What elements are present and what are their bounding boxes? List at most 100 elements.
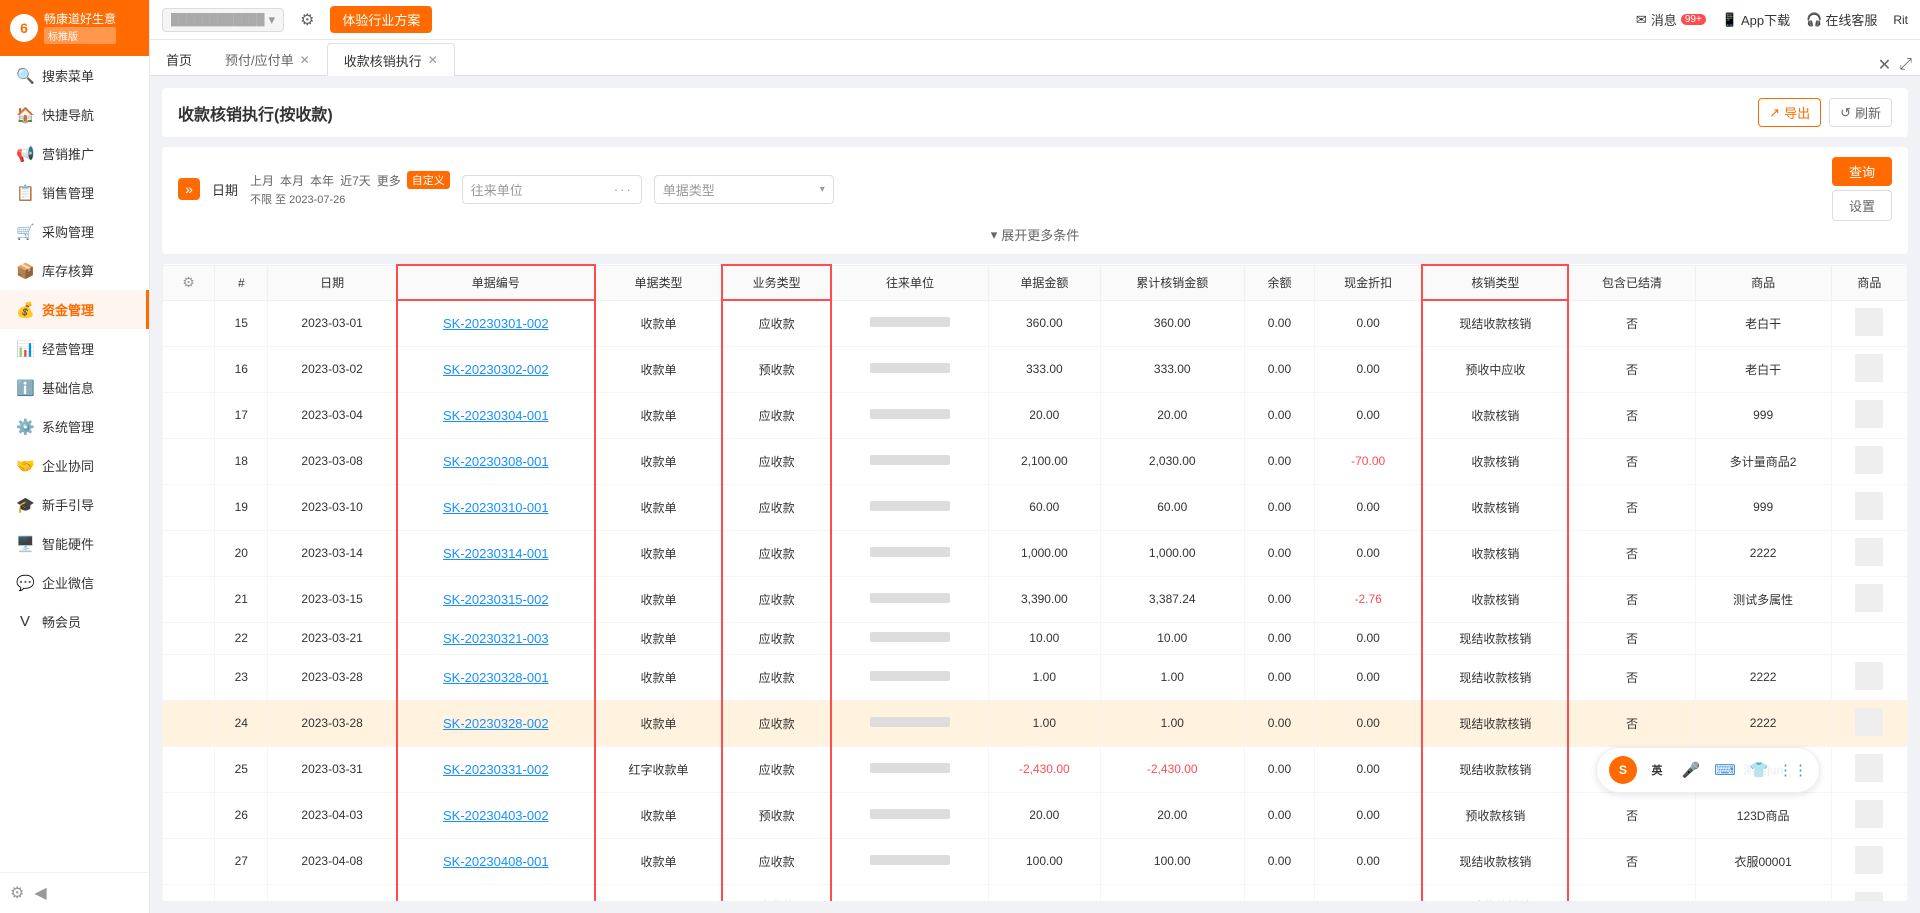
finance-icon: 💰: [16, 301, 34, 319]
cell-amount: 3,390.00: [989, 576, 1100, 622]
doc-link[interactable]: SK-20230418-001: [443, 899, 549, 901]
account-select[interactable]: ████████████ ▾: [162, 8, 284, 32]
date-this-year[interactable]: 本年: [310, 172, 334, 189]
cell-counterparty: [831, 838, 989, 884]
doc-link[interactable]: SK-20230308-001: [443, 454, 549, 469]
refresh-button[interactable]: ↺ 刷新: [1829, 98, 1892, 127]
app-logo: 6 畅康道好生意 标推版: [0, 0, 149, 56]
cell-includesettled: 否: [1568, 438, 1695, 484]
date-links: 上月 本月 本年 近7天 更多 自定义: [250, 171, 450, 189]
tabs-close-all-icon[interactable]: ✕: [1878, 55, 1891, 75]
doc-link[interactable]: SK-20230328-002: [443, 716, 549, 731]
tab-collection-verify[interactable]: 收款核销执行 ✕: [327, 43, 455, 76]
doc-link[interactable]: SK-20230408-001: [443, 854, 549, 869]
cell-balance: 0.00: [1245, 622, 1315, 654]
gear-icon[interactable]: ⚙: [296, 6, 318, 34]
doc-link[interactable]: SK-20230315-002: [443, 592, 549, 607]
cell-doctype: 收款单: [595, 530, 722, 576]
export-button[interactable]: ↗ 导出: [1758, 98, 1821, 127]
sidebar-item-enterprise[interactable]: 🤝 企业协同: [0, 446, 149, 485]
doc-link[interactable]: SK-20230304-001: [443, 408, 549, 423]
cell-goods2: [1831, 746, 1907, 792]
app-download-button[interactable]: 📱 App下载: [1722, 10, 1790, 29]
doc-link[interactable]: SK-20230302-002: [443, 362, 549, 377]
collapse-icon[interactable]: ◀: [34, 883, 46, 903]
sidebar-item-system[interactable]: ⚙️ 系统管理: [0, 407, 149, 446]
sidebar-item-purchase[interactable]: 🛒 采购管理: [0, 212, 149, 251]
expand-more-button[interactable]: ▾ 展开更多条件: [178, 225, 1892, 244]
cell-counterparty: [831, 484, 989, 530]
doc-link[interactable]: SK-20230321-003: [443, 631, 549, 646]
sidebar-item-hardware[interactable]: 🖥️ 智能硬件: [0, 524, 149, 563]
doc-link[interactable]: SK-20230301-002: [443, 316, 549, 331]
solution-button[interactable]: 体验行业方案: [330, 6, 432, 33]
enterprise-icon: 🤝: [16, 457, 34, 475]
cell-includesettled: 否: [1568, 392, 1695, 438]
cell-biztype: 预收款: [722, 792, 831, 838]
cell-goods: 999: [1695, 392, 1831, 438]
cell-cumulative: 1,000.00: [1100, 530, 1244, 576]
col-date-header: 日期: [268, 265, 397, 300]
cell-gear: [163, 392, 215, 438]
sidebar-item-marketing[interactable]: 📢 营销推广: [0, 134, 149, 173]
message-button[interactable]: ✉ 消息 99+: [1636, 10, 1706, 29]
cell-goods: 123D商品: [1695, 792, 1831, 838]
cell-doctype: 收款单: [595, 392, 722, 438]
tabs-expand-icon[interactable]: ⤢: [1899, 56, 1912, 74]
counterparty-input[interactable]: 往来单位 ···: [462, 175, 642, 204]
sidebar-item-finance[interactable]: 💰 资金管理: [0, 290, 149, 329]
float-grid-icon[interactable]: ⌨: [1711, 756, 1739, 784]
sidebar-item-search[interactable]: 🔍 搜索菜单: [0, 56, 149, 95]
sidebar-item-guide[interactable]: 🎓 新手引导: [0, 485, 149, 524]
float-apps-icon[interactable]: ⋮⋮: [1779, 756, 1807, 784]
table-scroll[interactable]: ⚙ # 日期 单据编号 单据类型 业务类型 往来单位 单据金额 累计核销金额 余…: [162, 264, 1908, 901]
table-gear-icon[interactable]: ⚙: [182, 274, 195, 290]
cell-amount: 100.00: [989, 838, 1100, 884]
date-this-month[interactable]: 本月: [280, 172, 304, 189]
receipt-type-select[interactable]: 单据类型 ▾: [654, 175, 834, 204]
doc-link[interactable]: SK-20230310-001: [443, 500, 549, 515]
cell-goods2: [1831, 392, 1907, 438]
tab-prepayment[interactable]: 预付/应付单 ✕: [208, 43, 327, 75]
sidebar-item-inventory[interactable]: 📦 库存核算: [0, 251, 149, 290]
date-last-7days[interactable]: 近7天: [340, 172, 371, 189]
cell-cumulative: 333.00: [1100, 346, 1244, 392]
doc-link[interactable]: SK-20230331-002: [443, 762, 549, 777]
setting-button[interactable]: 设置: [1832, 190, 1892, 221]
sidebar-item-member[interactable]: V 畅会员: [0, 602, 149, 641]
home-icon: 🏠: [16, 106, 34, 124]
sidebar-item-basic-info[interactable]: ℹ️ 基础信息: [0, 368, 149, 407]
filter-toggle-button[interactable]: »: [178, 178, 200, 200]
cell-docno: SK-20230314-001: [397, 530, 595, 576]
sidebar-item-wechat[interactable]: 💬 企业微信: [0, 563, 149, 602]
cell-canceltype: 收款核销: [1422, 576, 1568, 622]
cell-balance: 0.00: [1245, 746, 1315, 792]
sidebar-item-sales[interactable]: 📋 销售管理: [0, 173, 149, 212]
table-row: 19 2023-03-10 SK-20230310-001 收款单 应收款 60…: [163, 484, 1908, 530]
date-more[interactable]: 更多: [377, 172, 401, 189]
query-button[interactable]: 查询: [1832, 157, 1892, 186]
tab-close-collection[interactable]: ✕: [428, 53, 438, 67]
sidebar-item-operations[interactable]: 📊 经营管理: [0, 329, 149, 368]
date-custom[interactable]: 自定义: [407, 171, 450, 189]
sidebar-item-quicknav[interactable]: 🏠 快捷导航: [0, 95, 149, 134]
doc-link[interactable]: SK-20230328-001: [443, 670, 549, 685]
date-last-month[interactable]: 上月: [250, 172, 274, 189]
cell-biztype: 应收款: [722, 438, 831, 484]
float-s-icon[interactable]: S: [1609, 756, 1637, 784]
doc-link[interactable]: SK-20230314-001: [443, 546, 549, 561]
settings-bottom-icon[interactable]: ⚙: [10, 883, 24, 903]
search-menu-icon: 🔍: [16, 67, 34, 85]
tab-close-prepayment[interactable]: ✕: [300, 53, 310, 67]
cell-cashdiscount: -2.76: [1314, 576, 1422, 622]
doc-link[interactable]: SK-20230403-002: [443, 808, 549, 823]
message-icon: ✉: [1636, 12, 1647, 28]
online-service-button[interactable]: 🎧 在线客服: [1806, 10, 1877, 29]
cell-biztype: 应收款: [722, 838, 831, 884]
float-shirt-icon[interactable]: 👕: [1745, 756, 1773, 784]
user-menu[interactable]: Rit: [1893, 13, 1908, 27]
float-mic-icon[interactable]: 🎤: [1677, 756, 1705, 784]
tab-home[interactable]: 首页: [150, 43, 208, 75]
cell-gear: [163, 746, 215, 792]
float-eng-icon[interactable]: 英: [1643, 756, 1671, 784]
